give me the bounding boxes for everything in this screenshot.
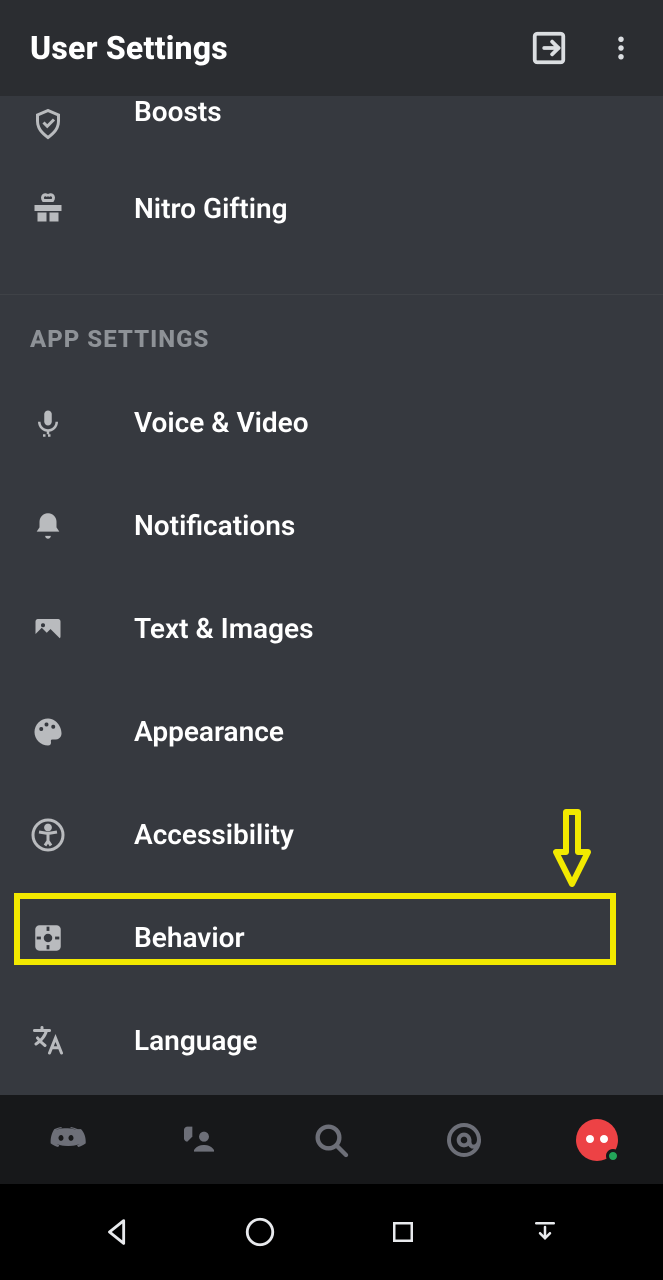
- settings-item-label: Voice & Video: [134, 406, 663, 439]
- avatar: [576, 1119, 618, 1161]
- tab-profile[interactable]: [567, 1110, 627, 1170]
- gift-icon: [30, 190, 66, 226]
- settings-content[interactable]: Boosts Nitro Gifting APP SETTINGS: [0, 96, 663, 1095]
- status-online-icon: [606, 1149, 620, 1163]
- settings-item-accessibility[interactable]: Accessibility: [0, 783, 663, 886]
- settings-item-label: Accessibility: [134, 818, 663, 851]
- android-nav-bar: [0, 1184, 663, 1280]
- tab-search[interactable]: [301, 1110, 361, 1170]
- settings-item-boosts[interactable]: Boosts: [0, 96, 663, 152]
- settings-item-label: Appearance: [134, 715, 663, 748]
- shield-icon: [30, 106, 66, 142]
- settings-item-appearance[interactable]: Appearance: [0, 680, 663, 783]
- bottom-tab-bar: [0, 1095, 663, 1184]
- settings-item-nitro-gifting[interactable]: Nitro Gifting: [0, 152, 663, 264]
- tab-mentions[interactable]: [434, 1110, 494, 1170]
- settings-item-label: Boosts: [134, 96, 663, 126]
- palette-icon: [30, 714, 66, 750]
- overflow-menu-icon[interactable]: [599, 26, 643, 70]
- exit-icon[interactable]: [527, 26, 571, 70]
- settings-item-text-images[interactable]: Text & Images: [0, 577, 663, 680]
- settings-item-language[interactable]: Language: [0, 989, 663, 1092]
- page-title: User Settings: [30, 29, 527, 67]
- bell-icon: [30, 508, 66, 544]
- app-root: User Settings: [0, 0, 663, 1280]
- settings-item-behavior[interactable]: Behavior: [0, 886, 663, 989]
- section-header-app-settings: APP SETTINGS: [0, 295, 663, 371]
- header-actions: [527, 26, 651, 70]
- accessibility-icon: [30, 817, 66, 853]
- nav-recents-icon[interactable]: [379, 1208, 427, 1256]
- nav-home-icon[interactable]: [236, 1208, 284, 1256]
- gear-box-icon: [30, 920, 66, 956]
- nav-download-icon[interactable]: [521, 1208, 569, 1256]
- tab-home[interactable]: [36, 1110, 96, 1170]
- nav-back-icon[interactable]: [94, 1208, 142, 1256]
- settings-item-label: Text & Images: [134, 612, 663, 645]
- settings-item-label: Notifications: [134, 509, 663, 542]
- settings-item-voice-video[interactable]: Voice & Video: [0, 371, 663, 474]
- translate-icon: [30, 1023, 66, 1059]
- settings-item-label: Nitro Gifting: [134, 192, 663, 225]
- image-icon: [30, 611, 66, 647]
- header: User Settings: [0, 0, 663, 96]
- microphone-icon: [30, 405, 66, 441]
- settings-item-label: Behavior: [134, 921, 663, 954]
- tab-friends[interactable]: [169, 1110, 229, 1170]
- settings-item-label: Language: [134, 1024, 663, 1057]
- settings-item-notifications[interactable]: Notifications: [0, 474, 663, 577]
